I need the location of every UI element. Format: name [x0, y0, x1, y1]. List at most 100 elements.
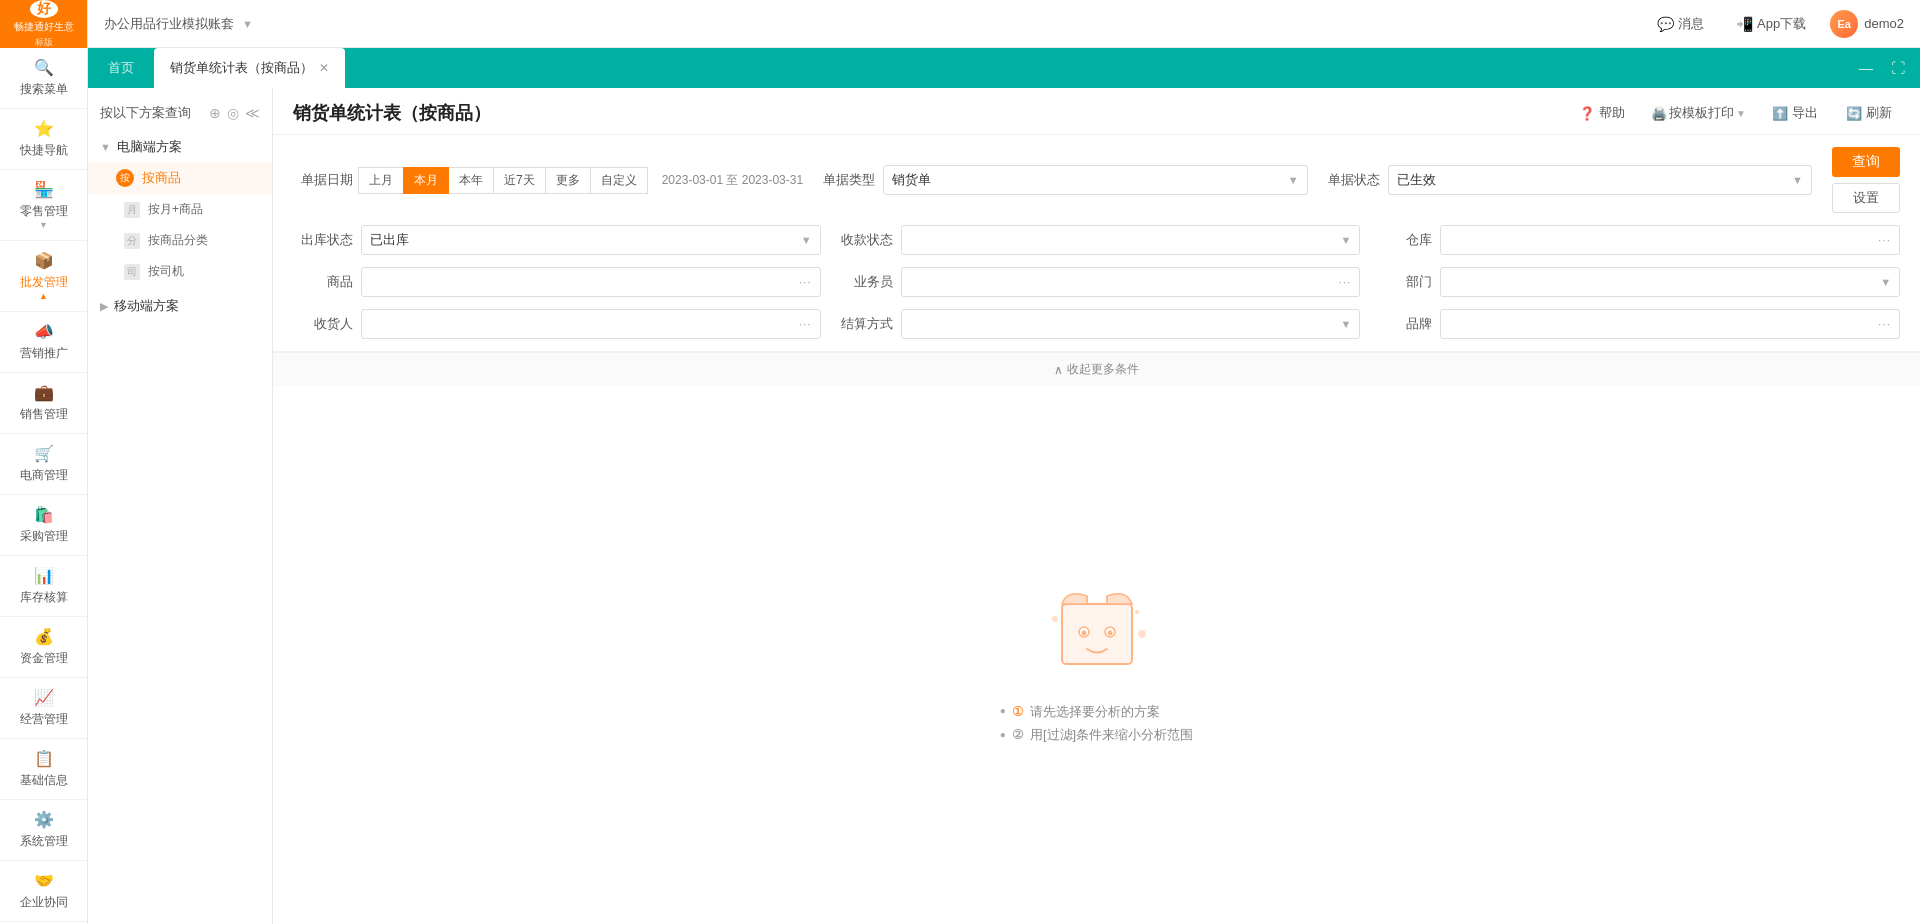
date-last-month-btn[interactable]: 上月 [358, 167, 404, 194]
filter-sidebar: 按以下方案查询 ⊕ ◎ ≪ ▼ 电脑端方案 按 按商品 月 [88, 88, 273, 924]
payment-status-input[interactable]: ▼ [901, 225, 1361, 255]
filter-sidebar-actions: ⊕ ◎ ≪ [209, 105, 260, 121]
filter-sidebar-header: 按以下方案查询 ⊕ ◎ ≪ [88, 98, 272, 128]
recipient-input[interactable]: ··· [361, 309, 821, 339]
refresh-btn[interactable]: 🔄 刷新 [1838, 100, 1900, 126]
empty-hints: ① 请先选择要分析的方案 ② 用[过滤]条件来缩小分析范围 [1000, 700, 1193, 747]
settings-btn[interactable]: 设置 [1832, 183, 1900, 213]
scheme-sub-item-by-month-product[interactable]: 月 按月+商品 [88, 194, 272, 225]
query-field-brand: 品牌 ··· [1372, 309, 1900, 339]
tab-maximize-btn[interactable]: ⛶ [1884, 54, 1912, 82]
svg-point-7 [1052, 616, 1058, 622]
sidebar-item-wholesale[interactable]: 📦 批发管理 ▲ [0, 241, 87, 312]
sidebar-item-quicknav[interactable]: ⭐ 快捷导航 [0, 109, 87, 170]
product-input[interactable]: ··· [361, 267, 821, 297]
print-label: 按模板打印 [1669, 104, 1734, 122]
sidebar-item-enterprise[interactable]: 🤝 企业协同 [0, 861, 87, 922]
product-label: 商品 [293, 273, 353, 291]
finance-icon: 💰 [34, 627, 54, 646]
scheme-item-by-product-label: 按商品 [142, 169, 181, 187]
wh-status-input[interactable]: 已出库 ▼ [361, 225, 821, 255]
operation-icon: 📈 [34, 688, 54, 707]
docstatus-input[interactable]: 已生效 ▼ [1388, 165, 1812, 195]
brand-label: 品牌 [1372, 315, 1432, 333]
hint1-text: 请先选择要分析的方案 [1030, 700, 1160, 723]
tab-report[interactable]: 销货单统计表（按商品） ✕ [154, 48, 345, 88]
messages-btn[interactable]: 💬 消息 [1649, 11, 1712, 37]
sidebar-item-wholesale-label: 批发管理 [20, 274, 68, 291]
query-btn[interactable]: 查询 [1832, 147, 1900, 177]
sidebar-item-inventory-label: 库存核算 [20, 589, 68, 606]
sidebar-item-system-label: 系统管理 [20, 833, 68, 850]
user-info[interactable]: Ea demo2 [1830, 10, 1904, 38]
department-input[interactable]: ▼ [1440, 267, 1900, 297]
purchase-icon: 🛍️ [34, 505, 54, 524]
sidebar-item-purchase[interactable]: 🛍️ 采购管理 [0, 495, 87, 556]
username-label: demo2 [1864, 16, 1904, 31]
logo-icon: 好 [30, 0, 58, 18]
scheme-sub-item-by-category[interactable]: 分 按商品分类 [88, 225, 272, 256]
recipient-label: 收货人 [293, 315, 353, 333]
collapse-sidebar-btn[interactable]: ≪ [245, 105, 260, 121]
sidebar-item-finance[interactable]: 💰 资金管理 [0, 617, 87, 678]
query-field-warehouse: 仓库 ··· [1372, 225, 1900, 255]
sidebar-item-quicknav-label: 快捷导航 [20, 142, 68, 159]
sidebar-item-inventory[interactable]: 📊 库存核算 [0, 556, 87, 617]
workspace-dropdown-icon[interactable]: ▼ [242, 18, 253, 30]
sidebar-item-ecommerce[interactable]: 🛒 电商管理 [0, 434, 87, 495]
doctype-dropdown-icon: ▼ [1288, 174, 1299, 186]
sidebar-item-system[interactable]: ⚙️ 系统管理 [0, 800, 87, 861]
export-icon: ⬆️ [1772, 106, 1788, 121]
query-row-4: 收货人 ··· 结算方式 ▼ 品牌 [293, 309, 1900, 339]
export-btn[interactable]: ⬆️ 导出 [1764, 100, 1826, 126]
tab-minimize-btn[interactable]: — [1852, 54, 1880, 82]
month-product-icon: 月 [124, 202, 140, 218]
date-this-month-btn[interactable]: 本月 [403, 167, 449, 194]
tab-home[interactable]: 首页 [88, 48, 154, 88]
add-scheme-btn[interactable]: ⊕ [209, 105, 221, 121]
sidebar-item-operation[interactable]: 📈 经营管理 [0, 678, 87, 739]
scheme-group-mobile-header[interactable]: ▶ 移动端方案 [88, 291, 272, 321]
sidebar-item-purchase-label: 采购管理 [20, 528, 68, 545]
print-btn[interactable]: 🖨️ 按模板打印 ▼ [1645, 100, 1752, 126]
help-btn[interactable]: ❓ 帮助 [1571, 100, 1633, 126]
refresh-icon: 🔄 [1846, 106, 1862, 121]
payment-method-label: 结算方式 [833, 315, 893, 333]
svg-rect-0 [1062, 604, 1132, 664]
date-7days-btn[interactable]: 近7天 [493, 167, 546, 194]
logo-text: 畅捷通好生意 [14, 20, 74, 34]
scheme-group-mobile: ▶ 移动端方案 [88, 291, 272, 321]
scheme-item-by-product[interactable]: 按 按商品 [88, 162, 272, 194]
sidebar-item-sales[interactable]: 💼 销售管理 [0, 373, 87, 434]
department-dropdown-icon: ▼ [1880, 276, 1891, 288]
settings-scheme-btn[interactable]: ◎ [227, 105, 239, 121]
tab-report-close[interactable]: ✕ [319, 61, 329, 75]
main-panel: 销货单统计表（按商品） ❓ 帮助 🖨️ 按模板打印 ▼ ⬆️ 导出 [273, 88, 1920, 924]
query-field-payment-method: 结算方式 ▼ [833, 309, 1361, 339]
date-more-btn[interactable]: 更多 [545, 167, 591, 194]
print-dropdown-icon: ▼ [1736, 108, 1746, 119]
cashier-icon: 司 [124, 264, 140, 280]
date-label: 单据日期 [293, 171, 353, 189]
app-download-btn[interactable]: 📲 App下载 [1728, 11, 1814, 37]
doctype-value: 销货单 [892, 171, 931, 189]
warehouse-input[interactable]: ··· [1440, 225, 1900, 255]
logo-subtitle: 标版 [35, 36, 53, 49]
query-field-doctype: 单据类型 销货单 ▼ [815, 165, 1307, 195]
scheme-group-pc-header[interactable]: ▼ 电脑端方案 [88, 132, 272, 162]
payment-method-input[interactable]: ▼ [901, 309, 1361, 339]
app-download-label: App下载 [1757, 15, 1806, 33]
collapse-bar[interactable]: ∧ 收起更多条件 [273, 352, 1920, 386]
sidebar-item-search[interactable]: 🔍 搜索菜单 [0, 48, 87, 109]
sidebar-item-retail[interactable]: 🏪 零售管理 ▼ [0, 170, 87, 241]
query-area: 单据日期 上月 本月 本年 近7天 更多 自定义 2023-03-01 至 20… [273, 135, 1920, 352]
scheme-sub-item-by-cashier[interactable]: 司 按司机 [88, 256, 272, 287]
date-this-year-btn[interactable]: 本年 [448, 167, 494, 194]
date-custom-btn[interactable]: 自定义 [590, 167, 648, 194]
brand-input[interactable]: ··· [1440, 309, 1900, 339]
salesman-input[interactable]: ··· [901, 267, 1361, 297]
sidebar-item-basic[interactable]: 📋 基础信息 [0, 739, 87, 800]
doctype-input[interactable]: 销货单 ▼ [883, 165, 1307, 195]
scheme-sub-item-cashier-label: 按司机 [148, 263, 184, 280]
sidebar-item-marketing[interactable]: 📣 营销推广 [0, 312, 87, 373]
